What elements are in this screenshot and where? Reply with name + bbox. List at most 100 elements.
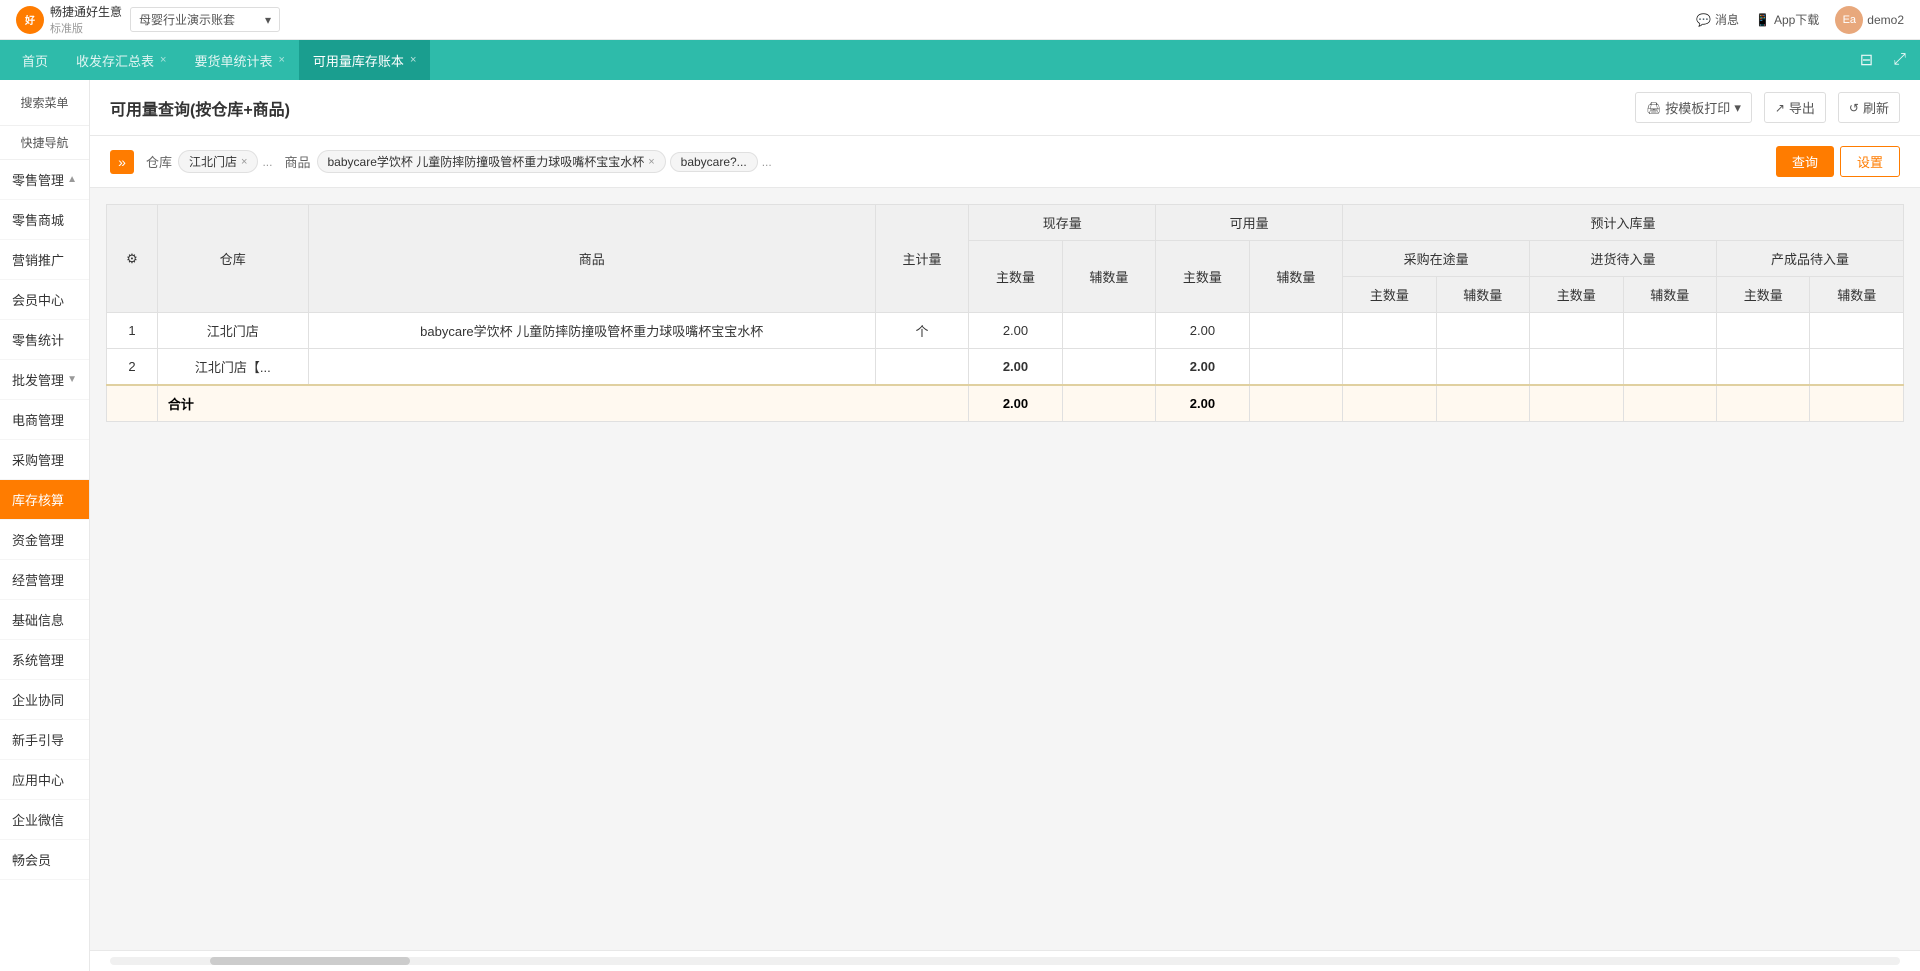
row2-prod-pending-aux: [1810, 349, 1904, 386]
warehouse-filter-more[interactable]: ...: [262, 155, 272, 169]
top-bar: 好 畅捷通好生意 标准版 母婴行业演示账套 ▾ 💬 消息 📱 App下载 Ea …: [0, 0, 1920, 40]
tab-available-stock-close[interactable]: ×: [410, 54, 416, 66]
tab-available-stock-label: 可用量库存账本: [313, 51, 404, 70]
total-pur-transit-aux: [1436, 385, 1529, 422]
sidebar-item-app-center-label: 应用中心: [12, 770, 64, 789]
pur-pending-main-header: 主数量: [1530, 277, 1623, 313]
production-pending-header: 产成品待入量: [1716, 241, 1903, 277]
page-actions: 🖨 按模板打印 ▾ ↗ 导出 ↺ 刷新: [1635, 92, 1900, 123]
print-dropdown-icon: ▾: [1734, 100, 1741, 116]
sidebar-item-app-center[interactable]: 应用中心: [0, 760, 89, 800]
sidebar-item-inventory-check-label: 库存核算: [12, 490, 64, 509]
user-menu[interactable]: Ea demo2: [1835, 6, 1904, 34]
settings-btn[interactable]: 设置: [1840, 146, 1900, 177]
row2-warehouse: 江北门店【...: [157, 349, 308, 386]
prod-pending-main-header: 主数量: [1716, 277, 1809, 313]
tab-receipts[interactable]: 收发存汇总表 ×: [62, 40, 180, 80]
product-tag-1-close[interactable]: ×: [648, 156, 654, 168]
filter-toggle-btn[interactable]: »: [110, 150, 134, 174]
username: demo2: [1867, 13, 1904, 27]
sidebar-item-ecommerce-label: 电商管理: [12, 410, 64, 429]
industry-selector[interactable]: 母婴行业演示账套 ▾: [130, 7, 280, 32]
sidebar-item-member-center[interactable]: 会员中心: [0, 280, 89, 320]
planned-inbound-group-header: 预计入库量: [1343, 205, 1904, 241]
product-tag-1-text: babycare学饮杯 儿童防摔防撞吸管杯重力球吸嘴杯宝宝水杯: [328, 153, 645, 170]
row1-main-unit: 个: [875, 313, 968, 349]
row2-pur-transit-aux: [1436, 349, 1529, 386]
sidebar-item-enterprise-wechat[interactable]: 企业微信: [0, 800, 89, 840]
row2-pur-transit-main: [1343, 349, 1436, 386]
filter-actions: 查询 设置: [1776, 146, 1900, 177]
sidebar-item-retail-stats[interactable]: 零售统计: [0, 320, 89, 360]
sidebar-item-base-info[interactable]: 基础信息: [0, 600, 89, 640]
expand-icon: ▲: [67, 174, 77, 185]
sidebar-item-purchase-mgmt[interactable]: 采购管理: [0, 440, 89, 480]
sidebar-item-system-mgmt[interactable]: 系统管理: [0, 640, 89, 680]
horizontal-scrollbar[interactable]: [110, 957, 1900, 965]
sidebar: 搜索菜单 快捷导航 零售管理 ▲ 零售商城 营销推广 会员中心 零售统计 批发管…: [0, 80, 90, 971]
sidebar-item-system-mgmt-label: 系统管理: [12, 650, 64, 669]
print-btn[interactable]: 🖨 按模板打印 ▾: [1635, 92, 1752, 123]
product-filter-more[interactable]: ...: [762, 155, 772, 169]
available-main-qty-header: 主数量: [1156, 241, 1249, 313]
sidebar-item-base-info-label: 基础信息: [12, 610, 64, 629]
refresh-btn[interactable]: ↺ 刷新: [1838, 92, 1900, 123]
warehouse-tag-close[interactable]: ×: [241, 156, 247, 168]
sidebar-item-wholesale-mgmt[interactable]: 批发管理 ▼: [0, 360, 89, 400]
tab-minimize-btn[interactable]: ⊟: [1854, 50, 1879, 70]
pur-transit-main-header: 主数量: [1343, 277, 1436, 313]
sidebar-item-marketing[interactable]: 营销推广: [0, 240, 89, 280]
warehouse-tags: 江北门店 × ...: [178, 150, 272, 173]
tab-home[interactable]: 首页: [8, 40, 62, 80]
sidebar-quick-nav[interactable]: 快捷导航: [0, 126, 89, 160]
sidebar-item-vip-member[interactable]: 畅会员: [0, 840, 89, 880]
tab-receipts-label: 收发存汇总表: [76, 51, 154, 70]
product-filter-label: 商品: [284, 152, 310, 171]
sidebar-item-finance-mgmt[interactable]: 资金管理: [0, 520, 89, 560]
top-bar-right: 💬 消息 📱 App下载 Ea demo2: [1696, 6, 1904, 34]
message-btn[interactable]: 💬 消息: [1696, 11, 1739, 28]
sidebar-item-retail-mall[interactable]: 零售商城: [0, 200, 89, 240]
search-menu-btn[interactable]: 搜索菜单: [8, 90, 81, 115]
export-label: 导出: [1789, 98, 1815, 117]
tab-expand-btn[interactable]: ⤢: [1887, 51, 1912, 69]
app-download-btn[interactable]: 📱 App下载: [1755, 11, 1819, 28]
row1-product: babycare学饮杯 儿童防摔防撞吸管杯重力球吸嘴杯宝宝水杯: [308, 313, 875, 349]
sidebar-item-finance-mgmt-label: 资金管理: [12, 530, 64, 549]
row1-warehouse: 江北门店: [157, 313, 308, 349]
total-prod-pending-main: [1716, 385, 1809, 422]
row1-pur-transit-aux: [1436, 313, 1529, 349]
settings-col-header[interactable]: ⚙: [107, 205, 158, 313]
product-filter-group: 商品 babycare学饮杯 儿童防摔防撞吸管杯重力球吸嘴杯宝宝水杯 × bab…: [284, 150, 771, 173]
table-row: 1 江北门店 babycare学饮杯 儿童防摔防撞吸管杯重力球吸嘴杯宝宝水杯 个…: [107, 313, 1904, 349]
tab-bar-actions: ⊟ ⤢: [1854, 50, 1912, 70]
print-label: 按模板打印: [1665, 98, 1730, 117]
tab-available-stock[interactable]: 可用量库存账本 ×: [299, 40, 430, 80]
sidebar-item-new-guide[interactable]: 新手引导: [0, 720, 89, 760]
row1-pur-pending-aux: [1623, 313, 1716, 349]
total-available-main: 2.00: [1156, 385, 1249, 422]
logo-area: 好 畅捷通好生意 标准版: [16, 3, 122, 36]
data-table: ⚙ 仓库 商品 主计量 现存量 可用量 预计入库量 主数量 辅数量 主数量 辅数…: [106, 204, 1904, 422]
sidebar-item-retail-mgmt[interactable]: 零售管理 ▲: [0, 160, 89, 200]
sidebar-item-enterprise-collab[interactable]: 企业协同: [0, 680, 89, 720]
sidebar-item-ecommerce[interactable]: 电商管理: [0, 400, 89, 440]
sidebar-item-retail-mall-label: 零售商城: [12, 210, 64, 229]
app-icon: 📱: [1755, 13, 1770, 27]
scrollbar-thumb: [210, 957, 410, 965]
product-tag-1: babycare学饮杯 儿童防摔防撞吸管杯重力球吸嘴杯宝宝水杯 ×: [317, 150, 666, 173]
export-btn[interactable]: ↗ 导出: [1764, 92, 1826, 123]
logo-icon: 好: [16, 6, 44, 34]
warehouse-tag: 江北门店 ×: [178, 150, 258, 173]
warehouse-filter-group: 仓库 江北门店 × ...: [146, 150, 272, 173]
prod-pending-aux-header: 辅数量: [1810, 277, 1904, 313]
tab-receipts-close[interactable]: ×: [160, 54, 166, 66]
sidebar-item-inventory-check[interactable]: 库存核算: [0, 480, 89, 520]
current-stock-group-header: 现存量: [969, 205, 1156, 241]
product-col-header: 商品: [308, 205, 875, 313]
query-btn[interactable]: 查询: [1776, 146, 1834, 177]
tab-order-stats-close[interactable]: ×: [278, 54, 284, 66]
avatar-text: Ea: [1843, 14, 1856, 26]
tab-order-stats[interactable]: 要货单统计表 ×: [180, 40, 298, 80]
sidebar-item-operations-mgmt[interactable]: 经营管理: [0, 560, 89, 600]
